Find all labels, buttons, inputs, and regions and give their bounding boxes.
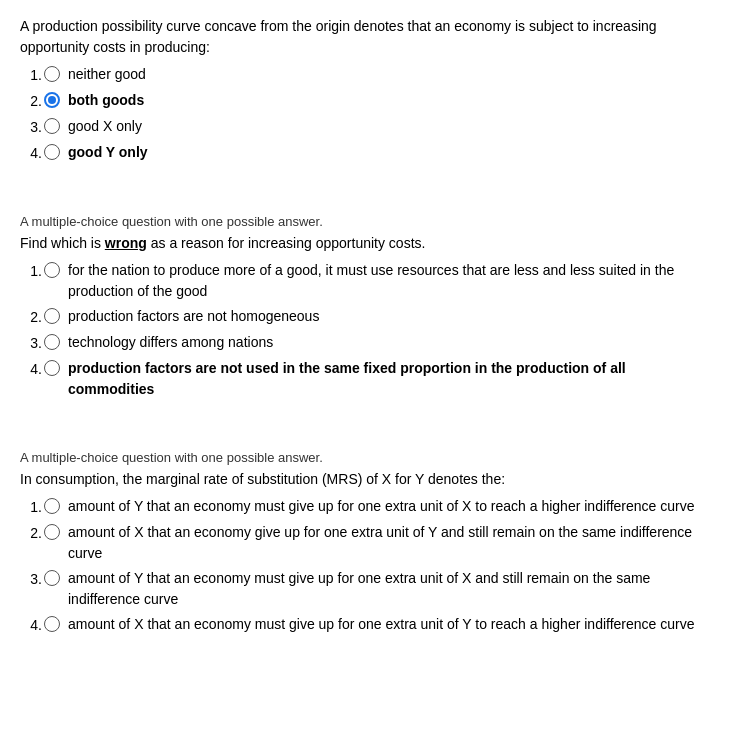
q1-option-2[interactable]: 2. both goods bbox=[20, 90, 711, 112]
q1-option-3-text: good X only bbox=[68, 116, 711, 137]
q2-option-4-text: production factors are not used in the s… bbox=[68, 358, 711, 400]
q1-radio-4[interactable] bbox=[44, 144, 60, 160]
q3-option-3-text: amount of Y that an economy must give up… bbox=[68, 568, 711, 610]
q3-option-2[interactable]: 2. amount of X that an economy give up f… bbox=[20, 522, 711, 564]
q1-option-3[interactable]: 3. good X only bbox=[20, 116, 711, 138]
q2-option-2[interactable]: 2. production factors are not homogeneou… bbox=[20, 306, 711, 328]
q2-option-1-text: for the nation to produce more of a good… bbox=[68, 260, 711, 302]
q3-radio-3[interactable] bbox=[44, 570, 60, 586]
q2-options: 1. for the nation to produce more of a g… bbox=[20, 260, 711, 400]
q1-option-4-text: good Y only bbox=[68, 142, 711, 163]
question-3: A multiple-choice question with one poss… bbox=[20, 450, 711, 636]
q3-intro: In consumption, the marginal rate of sub… bbox=[20, 469, 711, 490]
q1-intro: A production possibility curve concave f… bbox=[20, 16, 711, 58]
q2-option-3[interactable]: 3. technology differs among nations bbox=[20, 332, 711, 354]
q3-option-4-number: 4. bbox=[20, 614, 42, 636]
q3-option-3[interactable]: 3. amount of Y that an economy must give… bbox=[20, 568, 711, 610]
q3-option-4[interactable]: 4. amount of X that an economy must give… bbox=[20, 614, 711, 636]
q3-radio-4[interactable] bbox=[44, 616, 60, 632]
q3-option-2-number: 2. bbox=[20, 522, 42, 544]
question-2: A multiple-choice question with one poss… bbox=[20, 214, 711, 400]
q1-option-4-number: 4. bbox=[20, 142, 42, 164]
question-1: A production possibility curve concave f… bbox=[20, 16, 711, 164]
q2-option-1[interactable]: 1. for the nation to produce more of a g… bbox=[20, 260, 711, 302]
q3-option-1-text: amount of Y that an economy must give up… bbox=[68, 496, 711, 517]
q1-radio-3[interactable] bbox=[44, 118, 60, 134]
q1-options: 1. neither good 2. both goods 3. good X … bbox=[20, 64, 711, 164]
q2-radio-3[interactable] bbox=[44, 334, 60, 350]
q3-option-4-text: amount of X that an economy must give up… bbox=[68, 614, 711, 635]
q1-option-2-text: both goods bbox=[68, 90, 711, 111]
q3-meta: A multiple-choice question with one poss… bbox=[20, 450, 711, 465]
q2-meta: A multiple-choice question with one poss… bbox=[20, 214, 711, 229]
q3-option-1[interactable]: 1. amount of Y that an economy must give… bbox=[20, 496, 711, 518]
q1-option-1-text: neither good bbox=[68, 64, 711, 85]
q3-option-1-number: 1. bbox=[20, 496, 42, 518]
q2-intro: Find which is wrong as a reason for incr… bbox=[20, 233, 711, 254]
q3-option-2-text: amount of X that an economy give up for … bbox=[68, 522, 711, 564]
q2-option-3-number: 3. bbox=[20, 332, 42, 354]
q1-option-1-number: 1. bbox=[20, 64, 42, 86]
q2-radio-1[interactable] bbox=[44, 262, 60, 278]
q2-option-3-text: technology differs among nations bbox=[68, 332, 711, 353]
q3-options: 1. amount of Y that an economy must give… bbox=[20, 496, 711, 636]
q2-option-2-text: production factors are not homogeneous bbox=[68, 306, 711, 327]
q1-option-1[interactable]: 1. neither good bbox=[20, 64, 711, 86]
q2-option-1-number: 1. bbox=[20, 260, 42, 282]
q2-radio-2[interactable] bbox=[44, 308, 60, 324]
q1-option-4[interactable]: 4. good Y only bbox=[20, 142, 711, 164]
q1-radio-1[interactable] bbox=[44, 66, 60, 82]
q2-option-4-number: 4. bbox=[20, 358, 42, 380]
q3-radio-2[interactable] bbox=[44, 524, 60, 540]
q1-option-2-number: 2. bbox=[20, 90, 42, 112]
q1-radio-2[interactable] bbox=[44, 92, 60, 108]
q2-option-4[interactable]: 4. production factors are not used in th… bbox=[20, 358, 711, 400]
q3-radio-1[interactable] bbox=[44, 498, 60, 514]
q2-option-2-number: 2. bbox=[20, 306, 42, 328]
q2-underline-word: wrong bbox=[105, 235, 147, 251]
q1-option-3-number: 3. bbox=[20, 116, 42, 138]
q3-option-3-number: 3. bbox=[20, 568, 42, 590]
q2-radio-4[interactable] bbox=[44, 360, 60, 376]
